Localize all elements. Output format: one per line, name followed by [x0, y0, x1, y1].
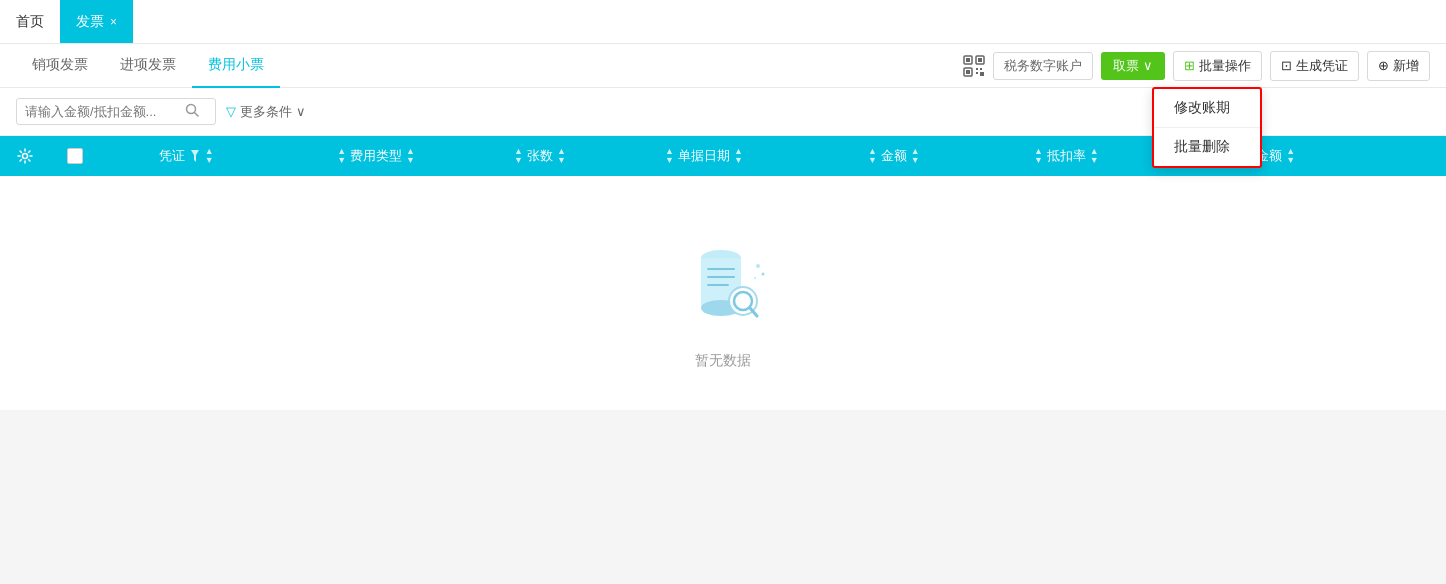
th-settings[interactable]	[0, 136, 50, 176]
tab-sales-invoice[interactable]: 销项发票	[16, 44, 104, 88]
svg-point-24	[762, 273, 765, 276]
more-conditions-button[interactable]: ▽ 更多条件 ∨	[226, 103, 306, 121]
th-amount: ▲ ▼ 金额 ▲ ▼	[808, 136, 981, 176]
dropdown-item-batch-delete[interactable]: 批量删除	[1154, 128, 1260, 166]
tax-account-button[interactable]: 税务数字账户	[993, 52, 1093, 80]
take-ticket-label: 取票	[1113, 57, 1139, 75]
svg-rect-7	[980, 68, 982, 70]
batch-op-wrap: ⊞ 批量操作 修改账期 批量删除	[1173, 51, 1262, 81]
empty-state-text: 暂无数据	[695, 352, 751, 370]
qr-icon	[963, 55, 985, 77]
deduct-rate-sort-icon[interactable]: ▲ ▼	[1034, 147, 1043, 165]
settings-icon	[17, 148, 33, 164]
th-voucher: 凭证 ▲ ▼	[100, 136, 273, 176]
svg-point-23	[756, 264, 760, 268]
top-nav: 首页 发票 ×	[0, 0, 1446, 44]
select-all-checkbox[interactable]	[67, 148, 83, 164]
batch-op-dropdown: 修改账期 批量删除	[1152, 87, 1262, 168]
tab-expense-receipt[interactable]: 费用小票	[192, 44, 280, 88]
tab-purchase-invoice[interactable]: 进项发票	[104, 44, 192, 88]
dropdown-item-modify-period[interactable]: 修改账期	[1154, 89, 1260, 127]
expense-type-sort-icon[interactable]: ▲ ▼	[337, 147, 346, 165]
svg-line-11	[195, 113, 199, 117]
nav-tab-invoice[interactable]: 发票 ×	[60, 0, 133, 43]
svg-rect-6	[976, 68, 978, 70]
th-extra	[1360, 136, 1446, 176]
search-input[interactable]	[25, 104, 185, 119]
svg-point-25	[754, 277, 756, 279]
filter-icon: ▽	[226, 104, 236, 119]
th-date: ▲ ▼ 单据日期 ▲ ▼	[600, 136, 807, 176]
more-conditions-arrow-icon: ∨	[296, 104, 306, 119]
gen-voucher-label: 生成凭证	[1296, 57, 1348, 75]
sub-tabs: 销项发票 进项发票 费用小票	[16, 44, 280, 88]
batch-op-icon: ⊞	[1184, 58, 1195, 73]
nav-tab-label: 发票	[76, 13, 104, 31]
gen-voucher-button[interactable]: ⊡ 生成凭证	[1270, 51, 1359, 81]
svg-rect-3	[978, 58, 982, 62]
take-ticket-arrow-icon: ∨	[1143, 58, 1153, 73]
add-new-icon: ⊕	[1378, 58, 1389, 73]
svg-rect-5	[966, 70, 970, 74]
th-checkbox[interactable]	[50, 136, 100, 176]
th-expense-type: ▲ ▼ 费用类型 ▲ ▼	[273, 136, 480, 176]
search-button[interactable]	[185, 103, 199, 120]
sub-toolbar: 销项发票 进项发票 费用小票 税务数字账户	[0, 44, 1446, 88]
add-new-button[interactable]: ⊕ 新增	[1367, 51, 1430, 81]
svg-rect-9	[980, 72, 984, 76]
svg-rect-8	[976, 72, 978, 74]
nav-tab-close-icon[interactable]: ×	[110, 15, 117, 29]
tax-account-label: 税务数字账户	[1004, 58, 1082, 73]
empty-state: 暂无数据	[0, 176, 1446, 410]
svg-point-12	[23, 154, 28, 159]
voucher-filter-icon[interactable]	[189, 149, 201, 163]
svg-marker-13	[191, 150, 199, 162]
count-sort-icon[interactable]: ▲ ▼	[514, 147, 523, 165]
expense-type-sort2-icon[interactable]: ▲ ▼	[406, 147, 415, 165]
svg-rect-1	[966, 58, 970, 62]
batch-op-button[interactable]: ⊞ 批量操作	[1173, 51, 1262, 81]
th-count: ▲ ▼ 张数 ▲ ▼	[480, 136, 601, 176]
take-ticket-button[interactable]: 取票 ∨	[1101, 52, 1165, 80]
nav-home[interactable]: 首页	[0, 0, 60, 43]
th-deduct-rate: ▲ ▼ 抵扣率 ▲ ▼	[980, 136, 1153, 176]
add-new-label: 新增	[1393, 57, 1419, 75]
search-input-wrap	[16, 98, 216, 125]
amount-sort-icon[interactable]: ▲ ▼	[868, 147, 877, 165]
gen-voucher-icon: ⊡	[1281, 58, 1292, 73]
date-sort-icon[interactable]: ▲ ▼	[665, 147, 674, 165]
more-conditions-label: 更多条件	[240, 103, 292, 121]
batch-op-label: 批量操作	[1199, 57, 1251, 75]
toolbar-actions: 税务数字账户 取票 ∨ ⊞ 批量操作 修改账期 批量删除	[963, 51, 1430, 81]
voucher-sort-icon[interactable]: ▲ ▼	[205, 147, 214, 165]
qr-code-button[interactable]	[963, 55, 985, 77]
search-icon	[185, 103, 199, 117]
empty-state-illustration	[673, 236, 773, 336]
